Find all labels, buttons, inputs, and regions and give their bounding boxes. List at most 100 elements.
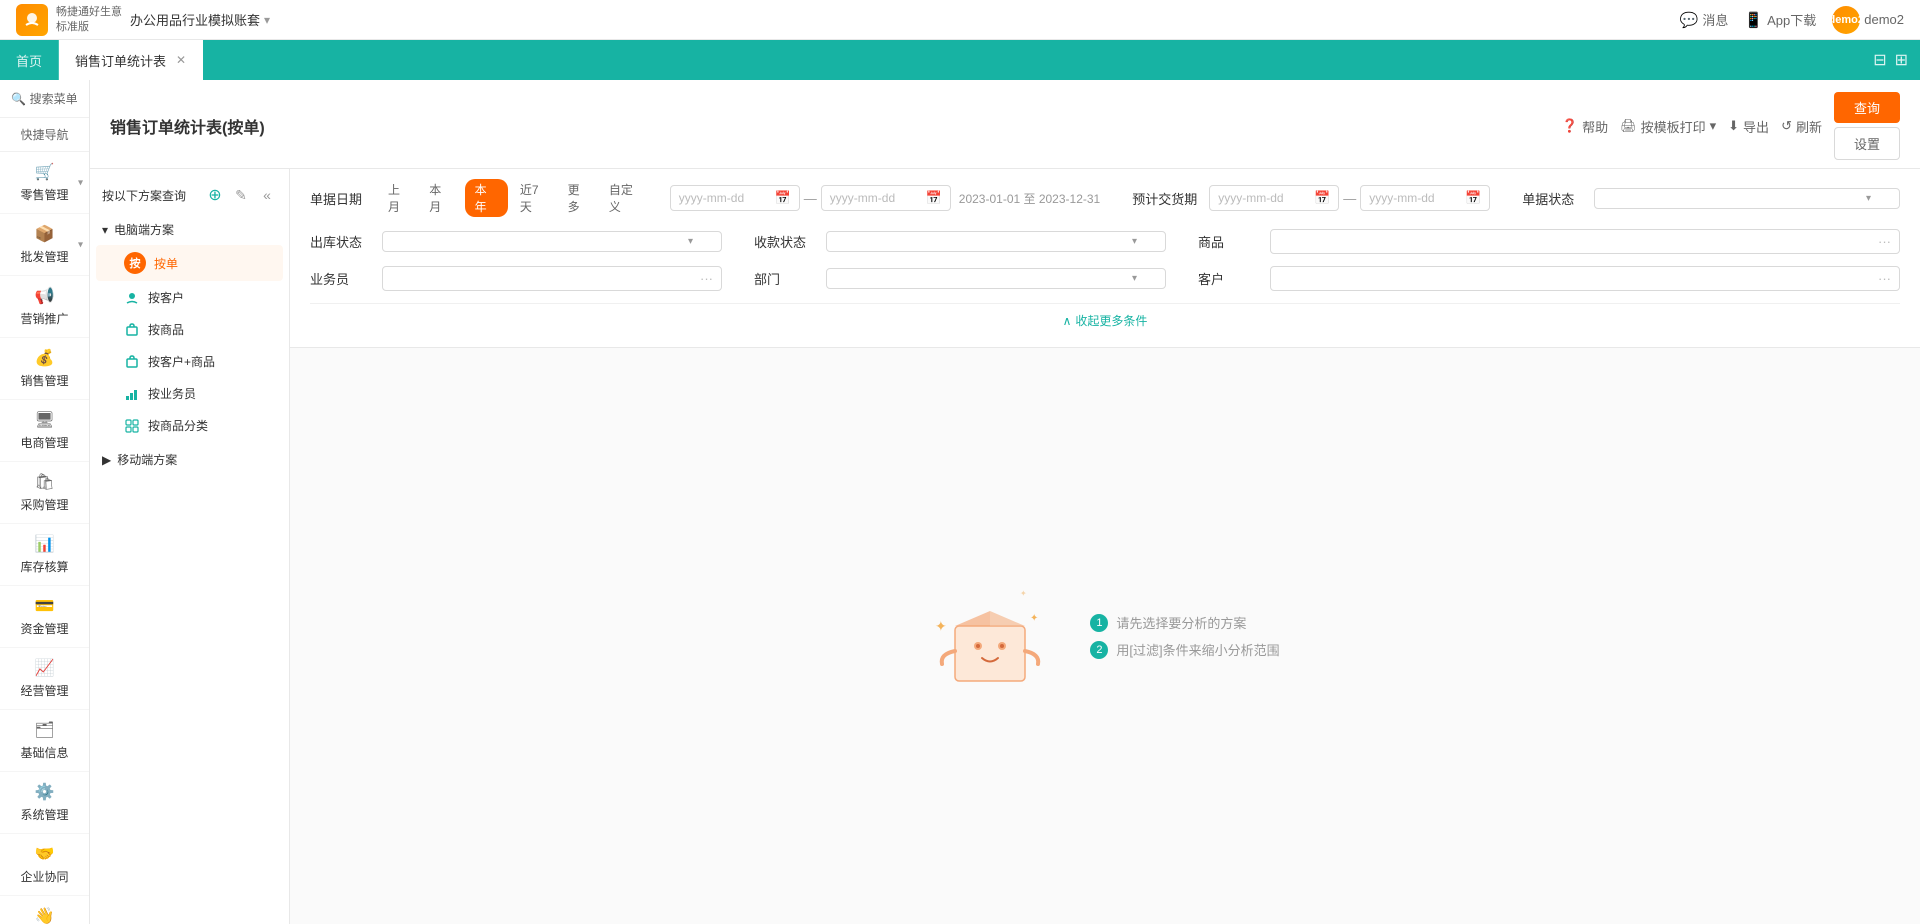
tab-maximize-icon[interactable]: ⊞ — [1895, 50, 1908, 70]
system-title: 办公用品行业模拟账套 — [130, 10, 260, 29]
filter-row-1: 单据日期 上月 本月 本年 近7天 更多 自定义 yyyy-mm-dd — [310, 179, 1900, 217]
tab-sales-order-stats[interactable]: 销售订单统计表 ✕ — [59, 40, 203, 80]
empty-illustration: ✦ ✦ ✦ — [930, 576, 1050, 696]
help-icon: ❓ — [1562, 118, 1578, 134]
user-profile[interactable]: demo2 demo2 — [1832, 6, 1904, 34]
empty-state: ✦ ✦ ✦ 1 请先选择要分析的方案 2 — [290, 348, 1920, 924]
dropdown-arrow-icon: ▾ — [264, 13, 270, 27]
sidebar-search[interactable]: 🔍 搜索菜单 — [0, 80, 89, 118]
wholesale-icon: 📦 — [35, 224, 55, 244]
empty-tip-2: 2 用[过滤]条件来缩小分析范围 — [1090, 640, 1279, 659]
plan-item-by-goods[interactable]: 按商品 — [96, 314, 283, 345]
sidebar-item-wholesale[interactable]: 📦 批发管理 — [0, 214, 89, 276]
add-plan-button[interactable]: ⊕ — [205, 185, 225, 205]
date-filter-label: 单据日期 — [310, 189, 370, 208]
collapse-bar[interactable]: ∧ 收起更多条件 — [310, 303, 1900, 337]
logo-icon — [16, 4, 48, 36]
receipt-status-arrow-icon: ▾ — [1132, 236, 1137, 247]
start-date-input[interactable]: yyyy-mm-dd 📅 — [670, 185, 800, 211]
sidebar-item-ecommerce[interactable]: 🖥 电商管理 — [0, 400, 89, 462]
pc-plan-arrow-icon: ▾ — [102, 223, 108, 237]
receipt-status-select[interactable]: ▾ — [826, 231, 1166, 252]
sidebar-item-enterprise[interactable]: 🤝 企业协同 — [0, 834, 89, 896]
sidebar-item-retail[interactable]: 🛒 零售管理 — [0, 152, 89, 214]
sidebar: 🔍 搜索菜单 快捷导航 🛒 零售管理 📦 批发管理 📢 营销推广 💰 销售管理 … — [0, 80, 90, 924]
page-title: 销售订单统计表(按单) — [110, 114, 265, 138]
sidebar-item-operations[interactable]: 📈 经营管理 — [0, 648, 89, 710]
sidebar-item-system[interactable]: ⚙️ 系统管理 — [0, 772, 89, 834]
shortcut-more[interactable]: 更多 — [562, 179, 597, 217]
shortcut-custom[interactable]: 自定义 — [603, 179, 650, 217]
inventory-icon: 📊 — [35, 534, 55, 554]
customer-label: 客户 — [1198, 269, 1258, 288]
collapse-up-icon: ∧ — [1063, 314, 1072, 328]
purchase-icon: 🛍 — [34, 472, 54, 492]
shortcut-last-month[interactable]: 上月 — [382, 179, 417, 217]
department-select[interactable]: ▾ — [826, 268, 1166, 289]
tab-close-icon[interactable]: ✕ — [176, 53, 186, 67]
empty-tips: 1 请先选择要分析的方案 2 用[过滤]条件来缩小分析范围 — [1090, 613, 1279, 659]
sidebar-item-purchase[interactable]: 🛍 采购管理 — [0, 462, 89, 524]
plan-item-by-customer-goods[interactable]: 按客户+商品 — [96, 346, 283, 377]
message-button[interactable]: 💬 消息 — [1680, 10, 1729, 29]
help-button[interactable]: ❓ 帮助 — [1562, 117, 1608, 136]
main-right: 单据日期 上月 本月 本年 近7天 更多 自定义 yyyy-mm-dd — [290, 169, 1920, 924]
sidebar-item-basic[interactable]: 🗂 基础信息 — [0, 710, 89, 772]
sidebar-item-sales[interactable]: 💰 销售管理 — [0, 338, 89, 400]
sidebar-item-inventory[interactable]: 📊 库存核算 — [0, 524, 89, 586]
plan-item-by-customer[interactable]: 按客户 — [96, 282, 283, 313]
mobile-plan-group-title[interactable]: ▶ 移动端方案 — [90, 445, 289, 474]
plan-item-by-order[interactable]: 按 按单 — [96, 245, 283, 281]
order-status-select[interactable]: ▾ — [1594, 188, 1900, 209]
customer-input[interactable]: ··· — [1270, 266, 1900, 291]
collapse-panel-button[interactable]: « — [257, 185, 277, 205]
sidebar-item-finance[interactable]: 💳 资金管理 — [0, 586, 89, 648]
query-button[interactable]: 查询 — [1834, 92, 1900, 123]
customer-more-icon: ··· — [1878, 271, 1891, 286]
sidebar-item-newuser[interactable]: 👋 新手引导 — [0, 896, 89, 924]
edit-plan-button[interactable]: ✎ — [231, 185, 251, 205]
salesperson-input[interactable]: ··· — [382, 266, 722, 291]
retail-icon: 🛒 — [35, 162, 55, 182]
tab-home[interactable]: 首页 — [0, 40, 59, 80]
expected-start-date-input[interactable]: yyyy-mm-dd 📅 — [1209, 185, 1339, 211]
pc-plan-group-title[interactable]: ▾ 电脑端方案 — [90, 215, 289, 244]
sidebar-quick-nav[interactable]: 快捷导航 — [0, 118, 89, 152]
tab-minimize-icon[interactable]: ⊟ — [1873, 50, 1886, 70]
plan-circle-icon: 按 — [124, 252, 146, 274]
print-button[interactable]: 🖨 按模板打印 ▾ — [1620, 117, 1716, 136]
delivery-status-select[interactable]: ▾ — [382, 231, 722, 252]
shortcut-this-month[interactable]: 本月 — [423, 179, 458, 217]
export-button[interactable]: ⬇ 导出 — [1728, 117, 1769, 136]
refresh-button[interactable]: ↺ 刷新 — [1781, 117, 1822, 136]
delivery-status-arrow-icon: ▾ — [688, 236, 693, 247]
shortcut-this-year[interactable]: 本年 — [465, 179, 508, 217]
plan-item-by-goods-category[interactable]: 按商品分类 — [96, 410, 283, 441]
tab-bar-actions: ⊟ ⊞ — [1861, 40, 1920, 80]
shortcut-last7days[interactable]: 近7天 — [514, 179, 556, 217]
content-area: 销售订单统计表(按单) ❓ 帮助 🖨 按模板打印 ▾ ⬇ 导出 ↺ 刷新 — [90, 80, 1920, 924]
sidebar-item-marketing[interactable]: 📢 营销推广 — [0, 276, 89, 338]
order-status-label: 单据状态 — [1522, 189, 1582, 208]
mobile-plan-group: ▶ 移动端方案 — [90, 445, 289, 474]
setting-button[interactable]: 设置 — [1834, 127, 1900, 160]
salesperson-label: 业务员 — [310, 269, 370, 288]
expected-end-date-input[interactable]: yyyy-mm-dd 📅 — [1360, 185, 1490, 211]
tip-number-2: 2 — [1090, 641, 1108, 659]
plan-item-by-salesperson[interactable]: 按业务员 — [96, 378, 283, 409]
department-arrow-icon: ▾ — [1132, 273, 1137, 284]
pc-plan-group: ▾ 电脑端方案 按 按单 按客户 — [90, 215, 289, 441]
system-title-dropdown[interactable]: 办公用品行业模拟账套 ▾ — [130, 10, 270, 29]
end-date-input[interactable]: yyyy-mm-dd 📅 — [821, 185, 951, 211]
page-header: 销售订单统计表(按单) ❓ 帮助 🖨 按模板打印 ▾ ⬇ 导出 ↺ 刷新 — [90, 80, 1920, 169]
main-layout: 🔍 搜索菜单 快捷导航 🛒 零售管理 📦 批发管理 📢 营销推广 💰 销售管理 … — [0, 80, 1920, 924]
app-download-button[interactable]: 📱 App下载 — [1744, 10, 1816, 29]
print-dropdown-icon: ▾ — [1710, 118, 1717, 134]
newuser-icon: 👋 — [35, 906, 55, 924]
customer-plan-icon — [124, 290, 140, 306]
page-actions: ❓ 帮助 🖨 按模板打印 ▾ ⬇ 导出 ↺ 刷新 查询 — [1562, 92, 1900, 160]
user-avatar: demo2 — [1832, 6, 1860, 34]
date-separator: — — [804, 191, 817, 206]
refresh-icon: ↺ — [1781, 118, 1792, 134]
goods-input[interactable]: ··· — [1270, 229, 1900, 254]
